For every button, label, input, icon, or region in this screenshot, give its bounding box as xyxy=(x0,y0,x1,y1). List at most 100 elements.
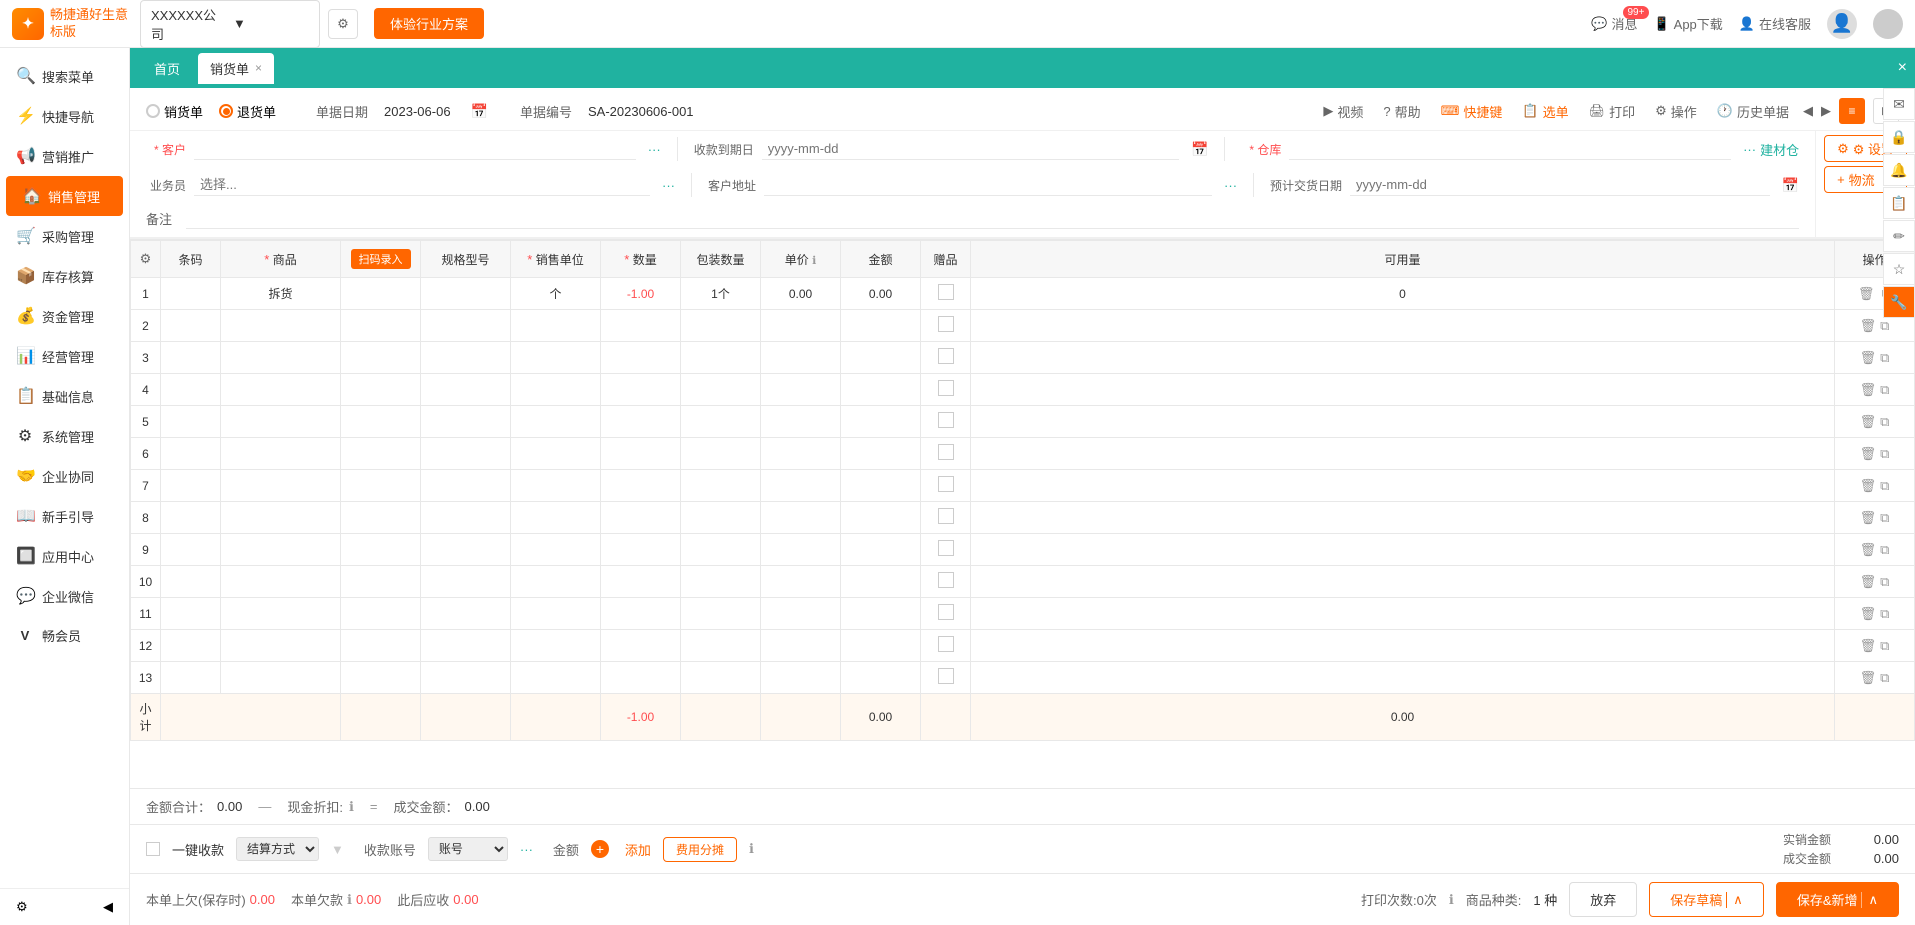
message-button[interactable]: 💬 消息 99+ xyxy=(1591,14,1637,33)
cell-qty[interactable]: -1.00 xyxy=(601,278,681,310)
sidebar-item-quicknav[interactable]: ⚡ 快捷导航 xyxy=(0,96,129,136)
info-icon[interactable]: ℹ xyxy=(349,799,354,815)
tab-home[interactable]: 首页 xyxy=(138,53,196,84)
delete-icon[interactable]: 🗑 xyxy=(1860,414,1877,429)
copy-icon[interactable]: ⧉ xyxy=(1880,446,1889,461)
copy-icon[interactable]: ⧉ xyxy=(1880,670,1889,685)
cell-gift[interactable] xyxy=(921,278,971,310)
cell-spec[interactable] xyxy=(421,278,511,310)
delete-icon[interactable]: 🗑 xyxy=(1860,350,1877,365)
list-view-btn[interactable]: ≡ xyxy=(1839,98,1865,124)
payment-date-input[interactable] xyxy=(762,138,1179,160)
sidebar-settings-icon[interactable]: ⚙ xyxy=(16,899,28,915)
radio-return[interactable]: 退货单 xyxy=(219,102,276,121)
save-new-button[interactable]: 保存&新增 ∧ xyxy=(1776,882,1899,917)
salesperson-input[interactable] xyxy=(194,174,650,196)
sidebar-item-basics[interactable]: 📋 基础信息 xyxy=(0,376,129,416)
payment-date-calendar-icon[interactable]: 📅 xyxy=(1191,141,1208,158)
delete-icon[interactable]: 🗑 xyxy=(1860,318,1877,333)
rf-clipboard-btn[interactable]: 📋 xyxy=(1883,187,1915,219)
customer-addr-dots[interactable]: ··· xyxy=(1224,178,1237,193)
copy-icon[interactable]: ⧉ xyxy=(1880,638,1889,653)
rf-star-btn[interactable]: ☆ xyxy=(1883,253,1915,285)
add-payment-button[interactable]: + xyxy=(591,840,609,858)
sidebar-item-collab[interactable]: 🤝 企业协同 xyxy=(0,456,129,496)
delete-icon[interactable]: 🗑 xyxy=(1860,542,1877,557)
online-support-button[interactable]: 👤 在线客服 xyxy=(1739,14,1811,33)
shortcut-btn[interactable]: ⌨ 快捷键 xyxy=(1435,99,1509,124)
delete-icon[interactable]: 🗑 xyxy=(1860,510,1877,525)
salesperson-dots[interactable]: ··· xyxy=(662,178,675,193)
rf-message-btn[interactable]: ✉ xyxy=(1883,88,1915,120)
app-download-button[interactable]: 📱 App下载 xyxy=(1653,14,1722,33)
sidebar-item-finance[interactable]: 💰 资金管理 xyxy=(0,296,129,336)
customer-dots[interactable]: ··· xyxy=(648,142,661,157)
copy-icon[interactable]: ⧉ xyxy=(1880,414,1889,429)
sidebar-item-search[interactable]: 🔍 搜索菜单 xyxy=(0,56,129,96)
customer-input[interactable] xyxy=(194,138,636,160)
company-selector[interactable]: XXXXXX公司 ▼ xyxy=(140,0,320,48)
prev-icon[interactable]: ◀ xyxy=(1803,103,1813,119)
delete-icon[interactable]: 🗑 xyxy=(1860,638,1877,653)
cell-amount[interactable]: 0.00 xyxy=(841,278,921,310)
delete-icon[interactable]: 🗑 xyxy=(1858,286,1875,301)
copy-icon[interactable]: ⧉ xyxy=(1880,382,1889,397)
video-btn[interactable]: ▶ 视频 xyxy=(1317,99,1369,124)
cell-barcode[interactable] xyxy=(161,278,221,310)
tab-sales-order[interactable]: 销货单 × xyxy=(198,53,274,84)
warehouse-input[interactable] xyxy=(1289,138,1731,160)
discard-button[interactable]: 放弃 xyxy=(1569,882,1637,917)
sidebar-item-purchase[interactable]: 🛒 采购管理 xyxy=(0,216,129,256)
onestep-checkbox[interactable] xyxy=(146,842,160,856)
delete-icon[interactable]: 🗑 xyxy=(1860,670,1877,685)
remarks-input[interactable] xyxy=(186,207,1799,229)
sidebar-item-guide[interactable]: 📖 新手引导 xyxy=(0,496,129,536)
save-new-chevron[interactable]: ∧ xyxy=(1861,892,1878,908)
history-btn[interactable]: 🕐 历史单据 xyxy=(1711,99,1795,124)
th-scan[interactable]: 扫码录入 xyxy=(341,241,421,278)
select-btn[interactable]: 📋 选单 xyxy=(1516,99,1574,124)
delete-icon[interactable]: 🗑 xyxy=(1860,574,1877,589)
rf-lock-btn[interactable]: 🔒 xyxy=(1883,121,1915,153)
expected-date-input[interactable] xyxy=(1350,174,1770,196)
payment-method-select[interactable]: 结算方式 xyxy=(236,837,319,861)
copy-icon[interactable]: ⧉ xyxy=(1880,606,1889,621)
cell-price[interactable]: 0.00 xyxy=(761,278,841,310)
warehouse-dots[interactable]: ··· xyxy=(1743,142,1756,157)
sidebar-item-marketing[interactable]: 📢 营销推广 xyxy=(0,136,129,176)
sidebar-item-system[interactable]: ⚙ 系统管理 xyxy=(0,416,129,456)
product-type-info-icon[interactable]: ℹ xyxy=(1449,892,1454,908)
rf-bell-btn[interactable]: 🔔 xyxy=(1883,154,1915,186)
sidebar-collapse-icon[interactable]: ◀ xyxy=(103,899,113,915)
sidebar-item-wechat[interactable]: 💬 企业微信 xyxy=(0,576,129,616)
rf-tool-btn[interactable]: 🔧 xyxy=(1883,286,1915,318)
copy-icon[interactable]: ⧉ xyxy=(1880,478,1889,493)
sidebar-item-operations[interactable]: 📊 经营管理 xyxy=(0,336,129,376)
copy-icon[interactable]: ⧉ xyxy=(1880,510,1889,525)
date-calendar-icon[interactable]: 📅 xyxy=(471,103,488,120)
expected-date-calendar-icon[interactable]: 📅 xyxy=(1782,177,1799,194)
payment-info-icon[interactable]: ℹ xyxy=(749,841,754,857)
copy-icon[interactable]: ⧉ xyxy=(1880,318,1889,333)
radio-sales[interactable]: 销货单 xyxy=(146,102,203,121)
rf-edit-btn[interactable]: ✏ xyxy=(1883,220,1915,252)
help-btn[interactable]: ? 帮助 xyxy=(1377,99,1426,124)
sidebar-item-sales[interactable]: 🏠 销售管理 xyxy=(6,176,123,216)
th-gear[interactable]: ⚙ xyxy=(131,241,161,278)
delete-icon[interactable]: 🗑 xyxy=(1860,606,1877,621)
next-icon[interactable]: ▶ xyxy=(1821,103,1831,119)
copy-icon[interactable]: ⧉ xyxy=(1880,350,1889,365)
account-select[interactable]: 账号 xyxy=(428,837,508,861)
delete-icon[interactable]: 🗑 xyxy=(1860,382,1877,397)
customer-addr-input[interactable] xyxy=(764,174,1212,196)
tab-bar-close-icon[interactable]: × xyxy=(1898,59,1907,77)
sidebar-item-member[interactable]: V 畅会员 xyxy=(0,616,129,655)
settings-icon-btn[interactable]: ⚙ xyxy=(328,9,358,39)
save-draft-chevron[interactable]: ∧ xyxy=(1726,892,1743,908)
trial-button[interactable]: 体验行业方案 xyxy=(374,8,484,39)
save-draft-button[interactable]: 保存草稿 ∧ xyxy=(1649,882,1764,917)
sidebar-item-inventory[interactable]: 📦 库存核算 xyxy=(0,256,129,296)
delete-icon[interactable]: 🗑 xyxy=(1860,478,1877,493)
scan-button[interactable]: 扫码录入 xyxy=(351,249,411,269)
delete-icon[interactable]: 🗑 xyxy=(1860,446,1877,461)
